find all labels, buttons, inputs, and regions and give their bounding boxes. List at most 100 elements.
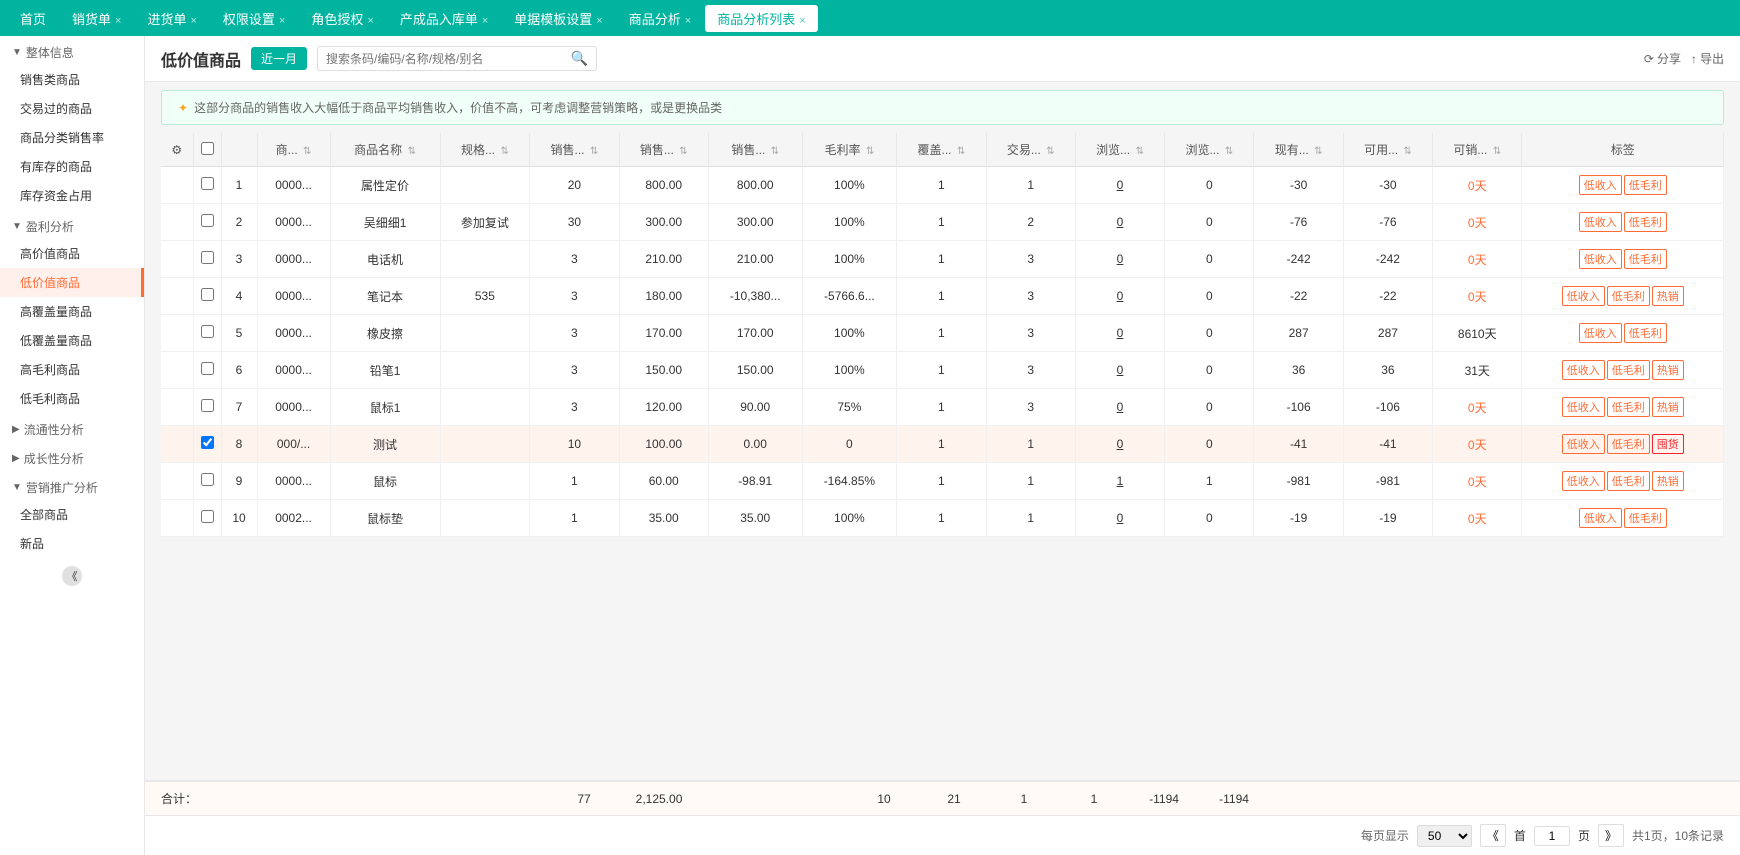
- nav-item-产成品入库单[interactable]: 产成品入库单×: [388, 5, 500, 32]
- row-browse1[interactable]: 0: [1075, 204, 1164, 241]
- th-sale-qty[interactable]: 销售... ⇅: [530, 133, 619, 167]
- row-tags: 低收入低毛利热销: [1522, 352, 1724, 389]
- row-checkbox[interactable]: [193, 463, 221, 500]
- nav-item-销货单[interactable]: 销货单×: [60, 5, 133, 32]
- row-saleable: 0天: [1433, 389, 1522, 426]
- sidebar-item-全部商品[interactable]: 全部商品: [0, 500, 144, 529]
- row-browse1[interactable]: 0: [1075, 315, 1164, 352]
- time-filter-btn[interactable]: 近一月: [251, 47, 307, 70]
- search-input[interactable]: [326, 52, 565, 66]
- nav-close-角色授权[interactable]: ×: [367, 15, 373, 27]
- row-gear[interactable]: [161, 204, 193, 241]
- row-gear[interactable]: [161, 352, 193, 389]
- row-browse1[interactable]: 0: [1075, 352, 1164, 389]
- nav-close-商品分析列表[interactable]: ×: [799, 15, 805, 27]
- nav-close-权限设置[interactable]: ×: [279, 15, 285, 27]
- th-gross-margin[interactable]: 毛利率 ⇅: [802, 133, 897, 167]
- next-page-btn[interactable]: 》: [1598, 824, 1624, 847]
- row-checkbox[interactable]: [193, 204, 221, 241]
- sidebar-item-高覆盖量商品[interactable]: 高覆盖量商品: [0, 297, 144, 326]
- share-btn[interactable]: ⟳ 分享: [1644, 50, 1681, 67]
- sidebar-group-成长性分析[interactable]: ▶ 成长性分析: [0, 442, 144, 471]
- sidebar-item-高毛利商品[interactable]: 高毛利商品: [0, 355, 144, 384]
- row-browse1[interactable]: 0: [1075, 241, 1164, 278]
- table-header-row: ⚙ 商... ⇅ 商品名称 ⇅ 规格... ⇅ 销售... ⇅ 销售... ⇅ …: [161, 133, 1724, 167]
- sidebar-item-交易过的商品[interactable]: 交易过的商品: [0, 94, 144, 123]
- row-checkbox[interactable]: [193, 167, 221, 204]
- row-checkbox[interactable]: [193, 500, 221, 537]
- th-saleable[interactable]: 可销... ⇅: [1433, 133, 1522, 167]
- sidebar-item-高价值商品[interactable]: 高价值商品: [0, 239, 144, 268]
- th-browse2[interactable]: 浏览... ⇅: [1165, 133, 1254, 167]
- nav-item-角色授权[interactable]: 角色授权×: [299, 5, 385, 32]
- th-available[interactable]: 可用... ⇅: [1343, 133, 1432, 167]
- row-browse1[interactable]: 0: [1075, 426, 1164, 463]
- th-name[interactable]: 商品名称 ⇅: [330, 133, 440, 167]
- nav-close-销货单[interactable]: ×: [115, 15, 121, 27]
- row-checkbox[interactable]: [193, 389, 221, 426]
- row-checkbox[interactable]: [193, 241, 221, 278]
- row-gear[interactable]: [161, 389, 193, 426]
- row-spec: [440, 241, 530, 278]
- row-browse1[interactable]: 0: [1075, 500, 1164, 537]
- select-all-checkbox[interactable]: [201, 142, 214, 155]
- page-input[interactable]: [1534, 826, 1570, 846]
- sidebar-item-低覆盖量商品[interactable]: 低覆盖量商品: [0, 326, 144, 355]
- nav-item-商品分析列表[interactable]: 商品分析列表×: [705, 5, 817, 32]
- nav-item-单据模板设置[interactable]: 单据模板设置×: [502, 5, 614, 32]
- gear-header[interactable]: ⚙: [161, 133, 193, 167]
- th-trans[interactable]: 交易... ⇅: [986, 133, 1075, 167]
- th-current[interactable]: 现有... ⇅: [1254, 133, 1343, 167]
- table-container[interactable]: ⚙ 商... ⇅ 商品名称 ⇅ 规格... ⇅ 销售... ⇅ 销售... ⇅ …: [145, 133, 1740, 780]
- row-gear[interactable]: [161, 315, 193, 352]
- nav-close-单据模板设置[interactable]: ×: [596, 15, 602, 27]
- th-coverage[interactable]: 覆盖... ⇅: [897, 133, 986, 167]
- nav-item-首页[interactable]: 首页: [8, 5, 58, 32]
- sidebar-item-商品分类销售率[interactable]: 商品分类销售率: [0, 123, 144, 152]
- row-gear[interactable]: [161, 463, 193, 500]
- row-checkbox[interactable]: [193, 426, 221, 463]
- sidebar-item-新品[interactable]: 新品: [0, 529, 144, 558]
- sidebar-item-库存资金占用[interactable]: 库存资金占用: [0, 181, 144, 210]
- row-browse1[interactable]: 1: [1075, 463, 1164, 500]
- search-icon[interactable]: 🔍: [571, 50, 588, 67]
- row-gear[interactable]: [161, 241, 193, 278]
- row-gear[interactable]: [161, 278, 193, 315]
- th-spec[interactable]: 规格... ⇅: [440, 133, 530, 167]
- sidebar-group-盈利分析[interactable]: ▼ 盈利分析: [0, 210, 144, 239]
- checkbox-header[interactable]: [193, 133, 221, 167]
- sidebar-item-低价值商品[interactable]: 低价值商品: [0, 268, 144, 297]
- th-code[interactable]: 商... ⇅: [257, 133, 330, 167]
- page-size-select[interactable]: 50 100 200: [1417, 825, 1472, 847]
- row-checkbox[interactable]: [193, 352, 221, 389]
- row-browse1[interactable]: 0: [1075, 278, 1164, 315]
- row-coverage: 1: [897, 204, 986, 241]
- row-gear[interactable]: [161, 500, 193, 537]
- first-page-btn[interactable]: 《: [1480, 824, 1506, 847]
- nav-item-商品分析[interactable]: 商品分析×: [617, 5, 703, 32]
- sidebar-item-低毛利商品[interactable]: 低毛利商品: [0, 384, 144, 413]
- nav-close-商品分析[interactable]: ×: [685, 15, 691, 27]
- sidebar-collapse-btn[interactable]: 《: [62, 566, 82, 586]
- th-sale-profit[interactable]: 销售... ⇅: [708, 133, 802, 167]
- row-sale-profit: 170.00: [708, 315, 802, 352]
- sidebar-group-流通性分析[interactable]: ▶ 流通性分析: [0, 413, 144, 442]
- sidebar-group-营销推广分析[interactable]: ▼ 营销推广分析: [0, 471, 144, 500]
- nav-item-权限设置[interactable]: 权限设置×: [211, 5, 297, 32]
- export-btn[interactable]: ↑ 导出: [1691, 50, 1724, 67]
- row-browse1[interactable]: 0: [1075, 167, 1164, 204]
- sidebar-group-整体信息[interactable]: ▼ 整体信息: [0, 36, 144, 65]
- row-checkbox[interactable]: [193, 315, 221, 352]
- th-browse1[interactable]: 浏览... ⇅: [1075, 133, 1164, 167]
- row-checkbox[interactable]: [193, 278, 221, 315]
- row-num: 10: [221, 500, 257, 537]
- th-sale-amount[interactable]: 销售... ⇅: [619, 133, 708, 167]
- row-gear[interactable]: [161, 426, 193, 463]
- nav-close-产成品入库单[interactable]: ×: [482, 15, 488, 27]
- sidebar-item-销售类商品[interactable]: 销售类商品: [0, 65, 144, 94]
- sidebar-item-有库存的商品[interactable]: 有库存的商品: [0, 152, 144, 181]
- nav-close-进货单[interactable]: ×: [190, 15, 196, 27]
- row-gear[interactable]: [161, 167, 193, 204]
- nav-item-进货单[interactable]: 进货单×: [135, 5, 208, 32]
- row-browse1[interactable]: 0: [1075, 389, 1164, 426]
